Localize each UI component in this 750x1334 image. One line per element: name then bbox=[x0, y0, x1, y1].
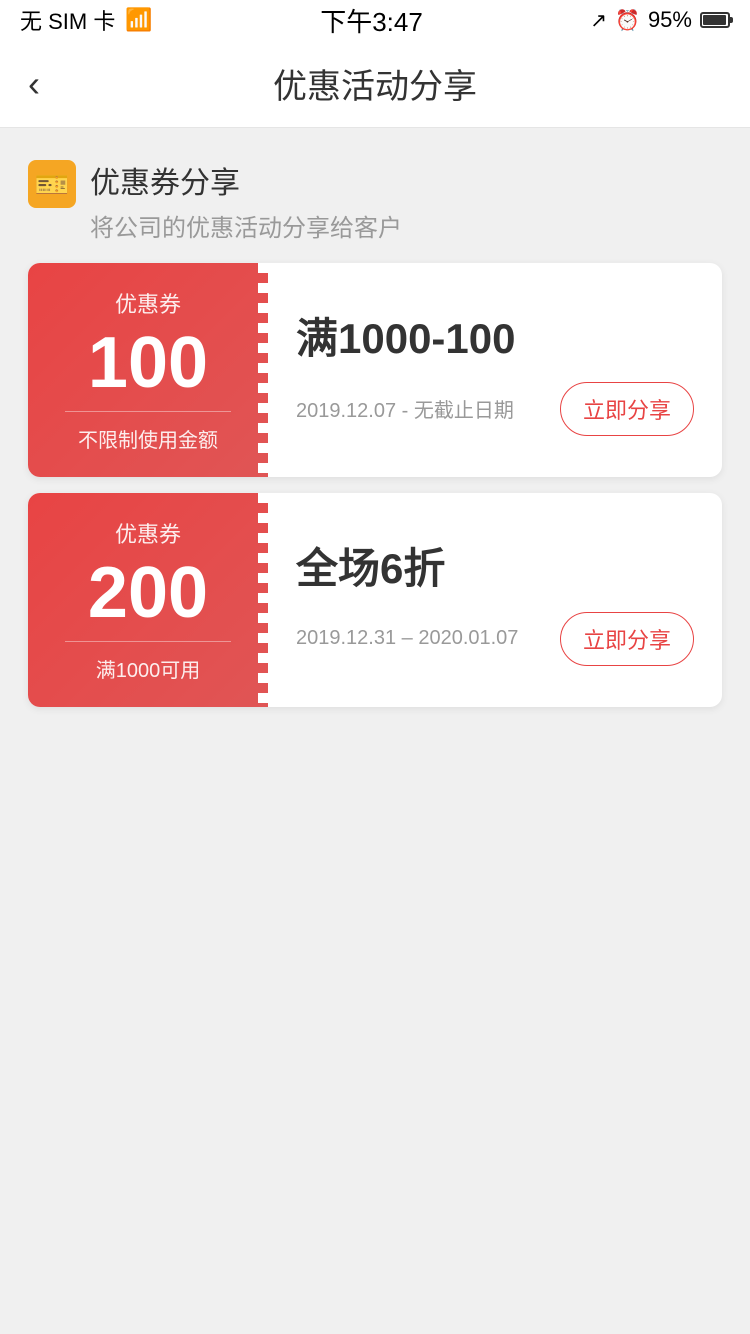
share-button-1[interactable]: 立即分享 bbox=[560, 382, 694, 436]
coupon-meta-1: 2019.12.07 - 无截止日期 立即分享 bbox=[296, 382, 694, 436]
alarm-icon: ⏰ bbox=[615, 8, 640, 33]
carrier-text: 无 SIM 卡 bbox=[20, 4, 115, 36]
nav-bar: ‹ 优惠活动分享 bbox=[0, 40, 750, 128]
coupon-right-1: 满1000-100 2019.12.07 - 无截止日期 立即分享 bbox=[268, 263, 722, 477]
coupon-name-2: 全场6折 bbox=[296, 535, 694, 596]
coupon-card-2: 优惠券 200 满1000可用 全场6折 2019.12.31 – 2020.0… bbox=[28, 493, 722, 707]
coupon-label-1: 优惠券 bbox=[115, 287, 181, 319]
coupon-left-2: 优惠券 200 满1000可用 bbox=[28, 493, 268, 707]
section-header: 🎫 优惠券分享 将公司的优惠活动分享给客户 bbox=[0, 128, 750, 263]
coupon-date-2: 2019.12.31 – 2020.01.07 bbox=[296, 627, 548, 650]
back-button[interactable]: ‹ bbox=[28, 63, 40, 105]
coupon-right-2: 全场6折 2019.12.31 – 2020.01.07 立即分享 bbox=[268, 493, 722, 707]
section-text: 优惠券分享 将公司的优惠活动分享给客户 bbox=[90, 158, 402, 243]
coupon-name-1: 满1000-100 bbox=[296, 305, 694, 366]
battery-icon bbox=[700, 12, 730, 28]
status-left: 无 SIM 卡 📶 bbox=[20, 4, 153, 36]
coupon-list: 优惠券 100 不限制使用金额 满1000-100 2019.12.07 - 无… bbox=[0, 263, 750, 737]
coupon-amount-2: 200 bbox=[88, 557, 208, 629]
coupon-meta-2: 2019.12.31 – 2020.01.07 立即分享 bbox=[296, 612, 694, 666]
coupon-label-2: 优惠券 bbox=[115, 517, 181, 549]
page-title: 优惠活动分享 bbox=[273, 59, 477, 108]
share-button-2[interactable]: 立即分享 bbox=[560, 612, 694, 666]
status-bar: 无 SIM 卡 📶 下午3:47 ↗ ⏰ 95% bbox=[0, 0, 750, 40]
battery-percent: 95% bbox=[648, 7, 692, 33]
status-right: ↗ ⏰ 95% bbox=[590, 7, 730, 33]
section-icon: 🎫 bbox=[28, 160, 76, 208]
coupon-divider-1 bbox=[65, 411, 231, 412]
coupon-date-1: 2019.12.07 - 无截止日期 bbox=[296, 394, 548, 423]
wifi-icon: 📶 bbox=[125, 7, 152, 33]
location-icon: ↗ bbox=[590, 8, 607, 33]
section-subtitle: 将公司的优惠活动分享给客户 bbox=[90, 208, 402, 243]
coupon-card-1: 优惠券 100 不限制使用金额 满1000-100 2019.12.07 - 无… bbox=[28, 263, 722, 477]
status-time: 下午3:47 bbox=[320, 2, 423, 39]
coupon-condition-1: 不限制使用金额 bbox=[78, 424, 218, 453]
page-background bbox=[0, 737, 750, 1137]
coupon-amount-1: 100 bbox=[88, 327, 208, 399]
coupon-divider-2 bbox=[65, 641, 231, 642]
coupon-left-1: 优惠券 100 不限制使用金额 bbox=[28, 263, 268, 477]
section-title: 优惠券分享 bbox=[90, 158, 402, 202]
coupon-condition-2: 满1000可用 bbox=[96, 654, 201, 683]
